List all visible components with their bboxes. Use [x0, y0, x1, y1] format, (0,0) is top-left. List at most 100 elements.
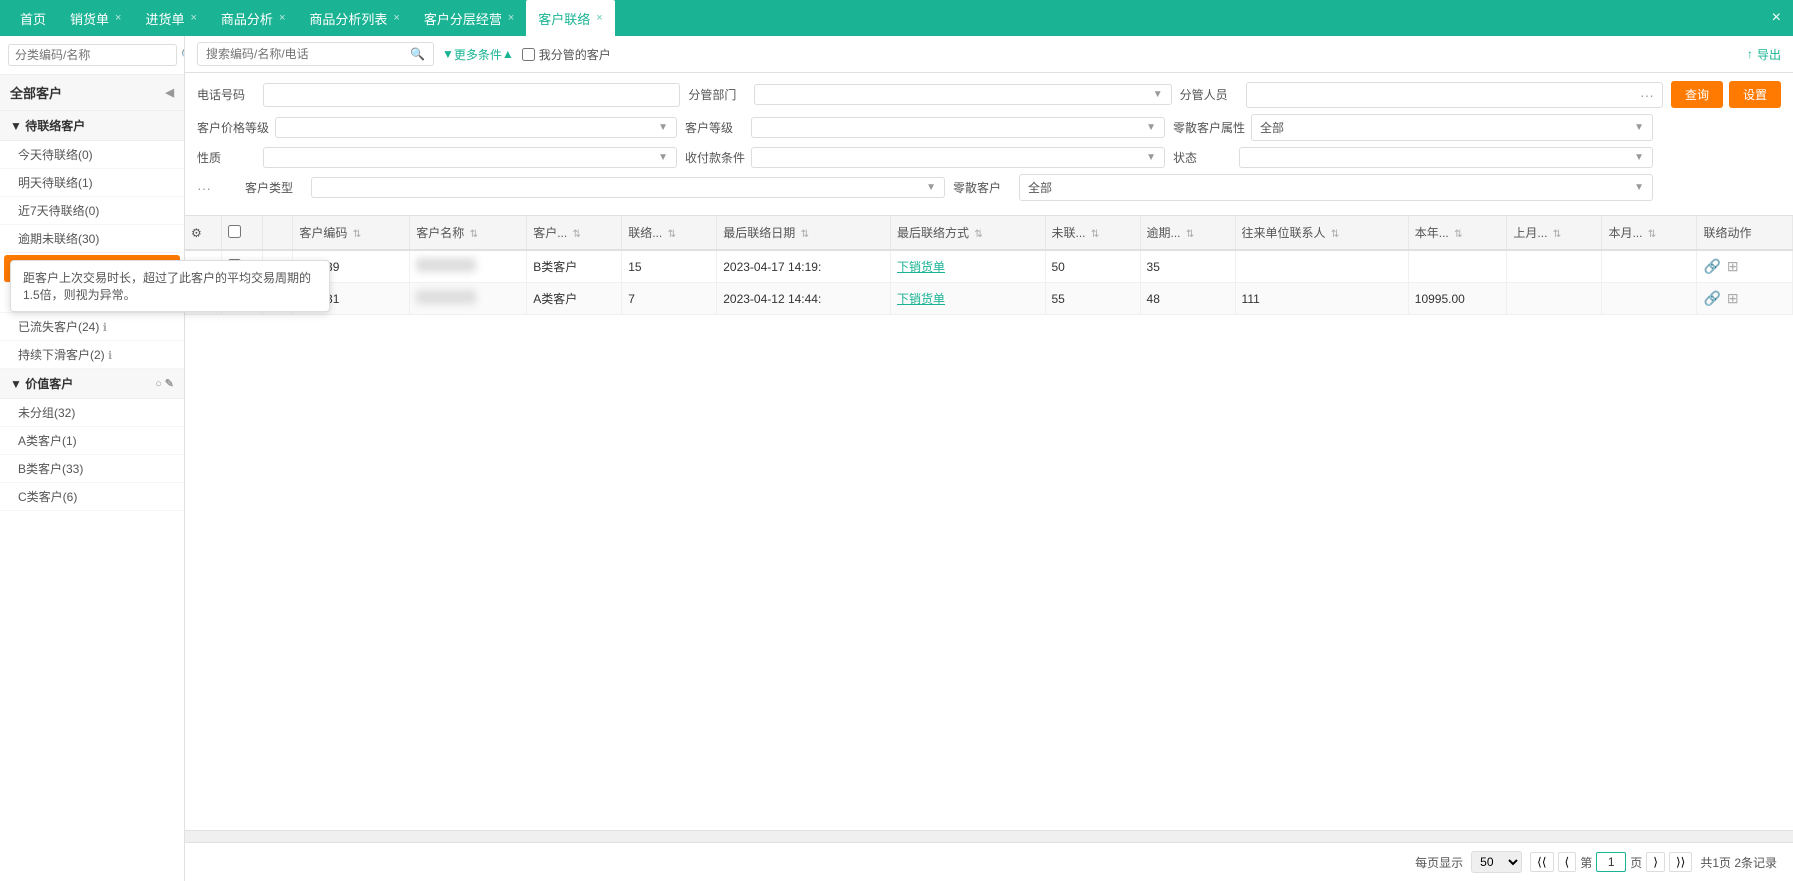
status-arrow: ▼ [1634, 152, 1644, 163]
select-all-checkbox[interactable] [228, 225, 241, 238]
chevron-up-icon: ▲ [502, 47, 514, 61]
tooltip-box: 距客户上次交易时长，超过了此客户的平均交易周期的1.5倍，则视为异常。 [10, 260, 330, 312]
row-action-grid[interactable]: ⊞ [1727, 290, 1739, 307]
person-label: 分管人员 [1180, 86, 1240, 103]
nav-sales-close[interactable]: × [115, 12, 121, 24]
sidebar-item-class-a[interactable]: A类客户(1) [0, 427, 184, 455]
export-icon: ↑ [1747, 47, 1753, 61]
row-actions: 🔗 ⊞ [1697, 283, 1793, 315]
current-page-input[interactable] [1596, 852, 1626, 872]
price-level-select[interactable]: ▼ [275, 117, 677, 138]
prev-page-btn[interactable]: ⟨ [1558, 852, 1577, 872]
sidebar-item-today[interactable]: 今天待联络(0) [0, 141, 184, 169]
last-page-btn[interactable]: ⟩⟩ [1669, 852, 1692, 872]
retail-attr-select[interactable]: 全部 ▼ [1251, 114, 1653, 141]
horizontal-scrollbar[interactable] [185, 830, 1793, 842]
th-index [262, 216, 293, 250]
sidebar-item-overdue[interactable]: 逾期未联络(30) [0, 225, 184, 253]
nav-home[interactable]: 首页 [8, 0, 58, 36]
dept-select[interactable]: ▼ [754, 84, 1171, 105]
value-customer-edit-icons[interactable]: ○ ✎ [155, 377, 174, 390]
sidebar-item-lost[interactable]: 已流失客户(24) ℹ [0, 313, 184, 341]
th-last-contact-date[interactable]: 最后联络日期 ⇅ [717, 216, 891, 250]
gender-select[interactable]: ▼ [263, 147, 677, 168]
page-suffix: 页 [1630, 854, 1642, 871]
sidebar-item-unclassified[interactable]: 未分组(32) [0, 399, 184, 427]
filter-search-icon[interactable]: 🔍 [410, 47, 425, 61]
row-unit-contacts: 111 [1235, 283, 1408, 315]
phone-input[interactable] [263, 83, 680, 107]
th-action: 联络动作 [1697, 216, 1793, 250]
page-label: 第 [1580, 854, 1592, 871]
more-dots[interactable]: ··· [197, 180, 211, 196]
filter-phone: 电话号码 [197, 83, 680, 107]
my-customers-checkbox[interactable] [522, 48, 535, 61]
th-this-month[interactable]: 本月... ⇅ [1602, 216, 1697, 250]
nav-customer-tier[interactable]: 客户分层经营 × [412, 0, 526, 36]
row-last-contact-method[interactable]: 下销货单 [891, 250, 1045, 283]
th-overdue[interactable]: 逾期... ⇅ [1140, 216, 1235, 250]
nav-sales[interactable]: 销货单 × [58, 0, 133, 36]
sidebar-item-class-c[interactable]: C类客户(6) [0, 483, 184, 511]
th-gear[interactable]: ⚙ [185, 216, 221, 250]
sidebar-item-class-b[interactable]: B类客户(33) [0, 455, 184, 483]
sidebar-search-input[interactable] [8, 44, 177, 66]
sidebar-item-tomorrow[interactable]: 明天待联络(1) [0, 169, 184, 197]
nav-customer-tier-close[interactable]: × [508, 12, 514, 24]
nav-purchase-close[interactable]: × [190, 12, 196, 24]
person-select[interactable]: ··· [1246, 82, 1663, 108]
all-customers-header[interactable]: 全部客户 ◀ [0, 75, 184, 111]
sidebar-item-7days[interactable]: 近7天待联络(0) [0, 197, 184, 225]
nav-product-list-close[interactable]: × [393, 12, 399, 24]
first-page-btn[interactable]: ⟨⟨ [1530, 852, 1553, 872]
pending-contact-label: ▼ 待联络客户 [10, 117, 85, 134]
filter-price-level: 客户价格等级 ▼ [197, 117, 677, 138]
row-action-link[interactable]: 🔗 [1703, 290, 1720, 307]
filter-row-1: 电话号码 分管部门 ▼ 分管人员 ··· [197, 81, 1781, 108]
th-last-contact-method[interactable]: 最后联络方式 ⇅ [891, 216, 1045, 250]
filter-icon: ▼ [442, 47, 454, 61]
th-this-year[interactable]: 本年... ⇅ [1408, 216, 1507, 250]
phone-label: 电话号码 [197, 86, 257, 103]
th-unit-contacts[interactable]: 往来单位联系人 ⇅ [1235, 216, 1408, 250]
row-contacts: 15 [622, 250, 717, 283]
nav-purchase[interactable]: 进货单 × [133, 0, 208, 36]
export-button[interactable]: ↑ 导出 [1747, 46, 1781, 63]
collapse-icon: ◀ [166, 86, 174, 99]
payment-select[interactable]: ▼ [751, 147, 1165, 168]
per-page-select[interactable]: 50 100 200 [1471, 851, 1522, 873]
search-input-wrapper: 🔍 [197, 42, 434, 66]
th-name[interactable]: 客户名称 ⇅ [410, 216, 527, 250]
query-button[interactable]: 查询 [1671, 81, 1723, 108]
row-action-link[interactable]: 🔗 [1703, 258, 1720, 275]
row-last-contact-method[interactable]: 下销货单 [891, 283, 1045, 315]
settings-button[interactable]: 设置 [1729, 81, 1781, 108]
nav-product-analysis-close[interactable]: × [279, 12, 285, 24]
next-page-btn[interactable]: ⟩ [1646, 852, 1665, 872]
status-select[interactable]: ▼ [1239, 147, 1653, 168]
search-input[interactable] [206, 47, 406, 61]
row-action-grid[interactable]: ⊞ [1727, 258, 1739, 275]
th-code[interactable]: 客户编码 ⇅ [293, 216, 410, 250]
close-all-tabs[interactable]: × [1772, 9, 1781, 27]
nav-product-analysis[interactable]: 商品分析 × [209, 0, 297, 36]
th-contacts[interactable]: 联络... ⇅ [622, 216, 717, 250]
th-not-contacted[interactable]: 未联... ⇅ [1045, 216, 1140, 250]
th-category[interactable]: 客户... ⇅ [527, 216, 622, 250]
more-conditions-btn[interactable]: ▼ 更多条件 ▲ [442, 46, 514, 63]
nav-customer-contact[interactable]: 客户联络 × [526, 0, 614, 36]
person-dots[interactable]: ··· [1640, 87, 1654, 103]
retail-customer-select[interactable]: 全部 ▼ [1019, 174, 1653, 201]
th-last-month[interactable]: 上月... ⇅ [1507, 216, 1602, 250]
nav-product-list[interactable]: 商品分析列表 × [297, 0, 411, 36]
sidebar-search-area: 🔍 [0, 36, 184, 75]
advanced-filter: 电话号码 分管部门 ▼ 分管人员 ··· [185, 73, 1793, 216]
customer-level-select[interactable]: ▼ [751, 117, 1165, 138]
row-name [410, 283, 527, 315]
filter-retail-customer: 零散客户 全部 ▼ [953, 174, 1653, 201]
payment-label: 收付款条件 [685, 149, 745, 166]
sidebar-item-declining[interactable]: 持续下滑客户(2) ℹ [0, 341, 184, 369]
nav-customer-contact-close[interactable]: × [596, 12, 602, 24]
row-this-month [1602, 250, 1697, 283]
customer-type-select[interactable]: ▼ [311, 177, 945, 198]
